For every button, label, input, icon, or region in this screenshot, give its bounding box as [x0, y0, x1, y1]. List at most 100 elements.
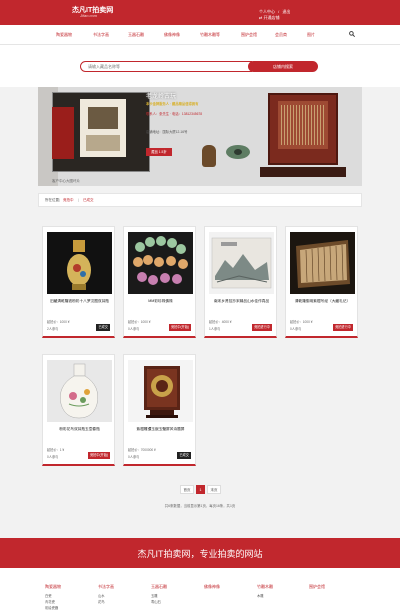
red-lacquer-box-inscription — [281, 105, 325, 145]
lot-image[interactable] — [128, 232, 193, 294]
shop-promo-button[interactable]: 藏品 1.5折 — [146, 148, 172, 156]
pager-last[interactable]: 末页 — [207, 485, 221, 494]
user-center-link[interactable]: 个人中心 — [259, 9, 275, 14]
nav-item-jade[interactable]: 玉器石雕 — [128, 32, 144, 38]
lot-bid-count: 0人参与 — [290, 327, 302, 331]
lot-price-label: 起拍价： — [290, 320, 303, 324]
shop-contact: 联系人：张先生 · 电话：13812345678 — [146, 112, 203, 116]
open-shop-label: 开通店铺 — [263, 15, 280, 20]
shop-window-display — [88, 107, 118, 129]
lot-price-label: 起拍价： — [128, 448, 141, 452]
shop-address: 店铺地址：国际大厦12-16号 — [146, 130, 188, 134]
footer-column: 竹雕木雕 木雕 — [257, 584, 273, 599]
footer-link[interactable]: 花鸟 — [98, 599, 114, 605]
footer-column: 玉器石雕 玉雕 寿山石 — [151, 584, 167, 605]
lot-title[interactable]: 南宋乡贤挂抄宋精品山水佳作真品 — [207, 299, 276, 310]
lot-price: 起拍价：1000 ¥ — [290, 319, 313, 324]
lot-image[interactable] — [47, 360, 112, 422]
lot-price-value: 1 ¥ — [59, 448, 65, 452]
nav-item-ceramics[interactable]: 陶瓷器物 — [56, 32, 72, 38]
footer-link[interactable]: 寿山石 — [151, 599, 167, 605]
nav-item-buddha[interactable]: 佛像神像 — [164, 32, 180, 38]
shop-photo-caption: 客户中心大图坏片 — [52, 179, 80, 183]
footer-heading[interactable]: 围炉会馆 — [309, 584, 325, 590]
lot-status-button[interactable]: 已成交 — [177, 452, 191, 459]
lot-bid-count: 1人参与 — [209, 327, 221, 331]
pager-info: 共6条数据，当前显示第1页，每页16条，共1页 — [164, 504, 236, 508]
lot-card[interactable]: 紫檀雕镶玉嵌玉璧屏风诗题屏 起拍价：7000000 ¥ 0人参与 已成交 — [123, 354, 196, 466]
lot-bid-count: 0人参与 — [128, 455, 140, 459]
lot-image[interactable] — [290, 232, 355, 294]
shop-banner: 老龙岭古玩 本卡金牌服务人 · 藏品精品值得拥有 联系人：张先生 · 电话：13… — [38, 87, 362, 186]
tab-sold[interactable]: 已成交 — [83, 198, 94, 203]
lot-price: 起拍价：1 ¥ — [47, 447, 64, 452]
lot-title[interactable]: 紫檀雕镶玉嵌玉璧屏风诗题屏 — [126, 427, 195, 438]
search-icon[interactable] — [349, 31, 356, 38]
lot-card[interactable]: 南宋乡贤挂抄宋精品山水佳作真品 起拍价：4000 ¥ 1人参与 竞拍进行中 — [204, 226, 277, 338]
lot-price-label: 起拍价： — [128, 320, 141, 324]
bronze-vessel-image — [202, 145, 216, 167]
shop-door — [52, 107, 74, 159]
lot-title[interactable]: MM彩珍珠佛珠 — [126, 299, 195, 310]
footer-link[interactable]: 木雕 — [257, 593, 273, 599]
footer-slogan: 杰凡IT拍卖网，专业拍卖的网站 — [137, 549, 263, 559]
search-input[interactable] — [80, 61, 252, 72]
lot-price-value: 1000 ¥ — [140, 320, 151, 324]
lot-image[interactable] — [128, 360, 193, 422]
lot-card[interactable]: 清乾隆御用紫檀写经（大藏礼记） 起拍价：1000 ¥ 0人参与 竞拍进行中 — [285, 226, 358, 338]
lot-status-button[interactable]: 竞拍进行中 — [333, 324, 353, 331]
lot-title[interactable]: 清乾隆御用紫檀写经（大藏礼记） — [288, 299, 357, 310]
lot-price-label: 起拍价： — [209, 320, 222, 324]
top-header: 杰凡IT拍卖网 Jifan.com 个人中心 / 退出 ⇄ 开通店铺 — [0, 0, 400, 25]
lot-price: 起拍价：4000 ¥ — [209, 319, 232, 324]
footer-banner: 杰凡IT拍卖网，专业拍卖的网站 — [0, 538, 400, 568]
lot-status-button[interactable]: 竞拍中(开始) — [87, 452, 110, 459]
open-shop-link[interactable]: ⇄ 开通店铺 — [259, 15, 279, 21]
lot-price-label: 起拍价： — [47, 448, 60, 452]
jade-disc-center — [234, 149, 242, 155]
lot-image[interactable] — [47, 232, 112, 294]
nav-item-members[interactable]: 会员商 — [275, 32, 287, 38]
pagination: 首页 1 末页 — [0, 485, 400, 495]
pager-first[interactable]: 首页 — [180, 485, 194, 494]
lot-card[interactable]: 粉彩花鸟双耳瓶玉壶春瓶 起拍价：1 ¥ 0人参与 竞拍中(开始) — [42, 354, 115, 466]
lot-price: 起拍价：1000 ¥ — [47, 319, 70, 324]
footer-column: 佛像神像 — [204, 584, 220, 593]
breadcrumb-label: 所在位置 — [45, 198, 59, 202]
pager-current[interactable]: 1 — [196, 485, 205, 494]
nav-item-woodcarving[interactable]: 竹雕木雕等 — [200, 32, 220, 38]
lot-card[interactable]: MM彩珍珠佛珠 起拍价：1000 ¥ 0人参与 竞拍中(开始) — [123, 226, 196, 338]
site-logo-subtitle: Jifan.com — [80, 13, 98, 18]
footer-heading[interactable]: 陶瓷器物 — [45, 584, 61, 590]
lot-price-value: 1000 ¥ — [59, 320, 70, 324]
logout-link[interactable]: 退出 — [282, 9, 290, 14]
tab-bidding[interactable]: 竞拍中 — [63, 198, 74, 203]
shop-name: 老龙岭古玩 — [146, 94, 177, 100]
lot-status-button[interactable]: 已成交 — [96, 324, 110, 331]
nav-item-hall[interactable]: 围炉会馆 — [241, 32, 257, 38]
nav-item-images[interactable]: 图片 — [307, 32, 315, 38]
footer-column: 围炉会馆 — [309, 584, 325, 593]
lot-card[interactable]: 旧藏清乾隆钱粉彩十八罗汉图双耳瓶 起拍价：1000 ¥ 2人参与 已成交 — [42, 226, 115, 338]
lot-status-button[interactable]: 竞拍中(开始) — [168, 324, 191, 331]
shop-slogan: 本卡金牌服务人 · 藏品精品值得拥有 — [146, 102, 199, 106]
footer-column: 陶瓷器物 白瓷 青花瓷 彩绘瓷器 — [45, 584, 61, 611]
footer-link[interactable]: 彩绘瓷器 — [45, 605, 61, 611]
footer-heading[interactable]: 佛像神像 — [204, 584, 220, 590]
lot-bid-count: 2人参与 — [47, 327, 59, 331]
lot-price-value: 4000 ¥ — [221, 320, 232, 324]
lot-title[interactable]: 旧藏清乾隆钱粉彩十八罗汉图双耳瓶 — [45, 299, 114, 310]
footer-heading[interactable]: 竹雕木雕 — [257, 584, 273, 590]
lot-image[interactable] — [209, 232, 274, 294]
nav-item-calligraphy[interactable]: 书法字画 — [93, 32, 109, 38]
shop-window-shelf — [86, 135, 120, 151]
search-bar: 店铺内搜索 — [0, 45, 400, 87]
lot-price: 起拍价：7000000 ¥ — [128, 447, 156, 452]
main-nav: 陶瓷器物 书法字画 玉器石雕 佛像神像 竹雕木雕等 围炉会馆 会员商 图片 — [0, 25, 400, 45]
shop-search-button[interactable]: 店铺内搜索 — [248, 61, 318, 72]
lot-bid-count: 0人参与 — [47, 455, 59, 459]
lot-status-button[interactable]: 竞拍进行中 — [252, 324, 272, 331]
footer-heading[interactable]: 玉器石雕 — [151, 584, 167, 590]
lot-title[interactable]: 粉彩花鸟双耳瓶玉壶春瓶 — [45, 427, 114, 438]
footer-heading[interactable]: 书法字画 — [98, 584, 114, 590]
